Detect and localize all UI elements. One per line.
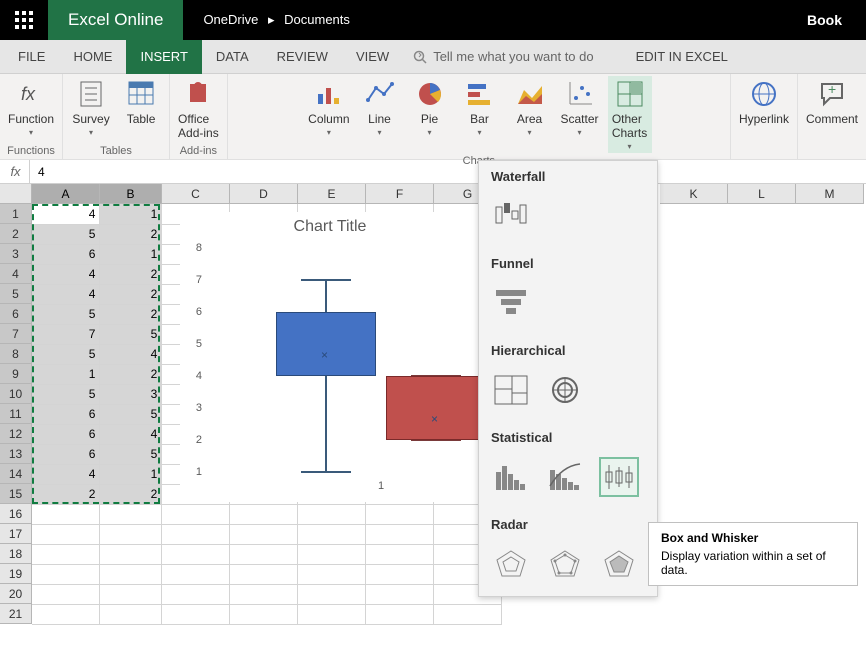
chart-title[interactable]: Chart Title — [180, 212, 480, 242]
col-header-A[interactable]: A — [32, 184, 100, 204]
box-whisker-chart-icon[interactable] — [599, 457, 639, 497]
hyperlink-button[interactable]: Hyperlink — [737, 76, 791, 128]
document-name[interactable]: Book — [807, 12, 866, 28]
area-chart-button[interactable]: Area▾ — [508, 76, 552, 139]
row-header[interactable]: 1 — [0, 204, 32, 224]
svg-text:+: + — [828, 81, 836, 97]
col-header-C[interactable]: C — [162, 184, 230, 204]
comment-button[interactable]: +Comment — [804, 76, 860, 128]
edit-in-excel[interactable]: EDIT IN EXCEL — [624, 40, 740, 74]
col-header-E[interactable]: E — [298, 184, 366, 204]
breadcrumb-onedrive[interactable]: OneDrive — [203, 12, 258, 27]
table-button[interactable]: Table — [119, 76, 163, 128]
funnel-chart-icon[interactable] — [491, 283, 531, 323]
ribbon-tabs: FILE HOME INSERT DATA REVIEW VIEW Tell m… — [0, 40, 866, 74]
radar-filled-chart-icon[interactable] — [599, 544, 639, 584]
formula-value[interactable]: 4 — [30, 165, 45, 179]
fx-label[interactable]: fx — [2, 160, 30, 184]
col-header-D[interactable]: D — [230, 184, 298, 204]
survey-button[interactable]: Survey▾ — [69, 76, 113, 139]
breadcrumb: OneDrive ▸ Documents — [183, 12, 375, 28]
waterfall-chart-icon[interactable] — [491, 196, 531, 236]
radar-chart-icon[interactable] — [491, 544, 531, 584]
column-chart-button[interactable]: Column▾ — [306, 76, 351, 139]
tab-view[interactable]: VIEW — [342, 40, 403, 74]
treemap-chart-icon[interactable] — [491, 370, 531, 410]
app-title: Excel Online — [48, 0, 183, 40]
insert-function-button[interactable]: fx Function▾ — [6, 76, 56, 139]
col-header-B[interactable]: B — [100, 184, 162, 204]
pareto-chart-icon[interactable] — [545, 457, 585, 497]
tab-home[interactable]: HOME — [59, 40, 126, 74]
chart-plot-area: 12345678××1 — [206, 248, 472, 472]
tab-data[interactable]: DATA — [202, 40, 263, 74]
tab-review[interactable]: REVIEW — [263, 40, 342, 74]
bar-chart-button[interactable]: Bar▾ — [458, 76, 502, 139]
svg-text:fx: fx — [21, 84, 36, 104]
tab-insert[interactable]: INSERT — [126, 40, 201, 74]
other-charts-menu: Waterfall Funnel Hierarchical Statistica… — [478, 160, 658, 597]
sunburst-chart-icon[interactable] — [545, 370, 585, 410]
other-charts-button[interactable]: Other Charts▾ — [608, 76, 652, 153]
breadcrumb-documents[interactable]: Documents — [284, 12, 350, 27]
header-bar: Excel Online OneDrive ▸ Documents Book — [0, 0, 866, 40]
col-header-F[interactable]: F — [366, 184, 434, 204]
tab-file[interactable]: FILE — [4, 40, 59, 74]
histogram-chart-icon[interactable] — [491, 457, 531, 497]
app-launcher[interactable] — [0, 0, 48, 40]
tooltip-box-whisker: Box and Whisker Display variation within… — [648, 522, 858, 586]
scatter-chart-button[interactable]: Scatter▾ — [558, 76, 602, 139]
worksheet[interactable]: A B C D E F G 1 2 3 4 5 6 7 8 9 10 11 12… — [0, 184, 866, 204]
formula-bar: fx 4 — [0, 160, 866, 184]
office-addins-button[interactable]: Office Add-ins — [176, 76, 221, 142]
tell-me[interactable]: Tell me what you want to do — [413, 49, 593, 64]
ribbon: fx Function▾ Functions Survey▾ Table Tab… — [0, 74, 866, 160]
chart-boxplot[interactable]: Chart Title 12345678××1 — [180, 212, 480, 502]
pie-chart-button[interactable]: Pie▾ — [408, 76, 452, 139]
radar-markers-chart-icon[interactable] — [545, 544, 585, 584]
line-chart-button[interactable]: Line▾ — [358, 76, 402, 139]
